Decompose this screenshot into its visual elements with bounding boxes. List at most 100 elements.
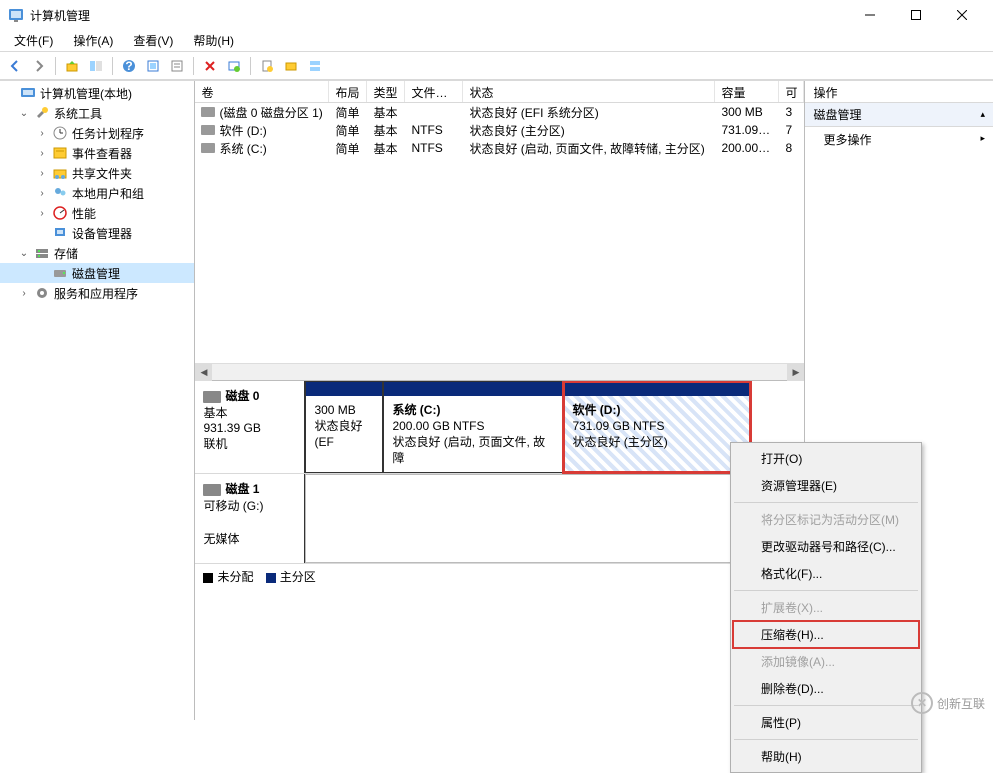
app-icon [8, 7, 24, 23]
back-button[interactable] [4, 55, 26, 77]
submenu-icon: ▸ [980, 133, 985, 144]
cm-separator [734, 739, 918, 740]
layout-button[interactable] [304, 55, 326, 77]
tree-services-apps[interactable]: ›服务和应用程序 [0, 283, 194, 303]
tree-label: 设备管理器 [72, 225, 132, 242]
menu-file[interactable]: 文件(F) [4, 30, 63, 51]
cm-format[interactable]: 格式化(F)... [733, 560, 919, 587]
volume-hscroll[interactable]: ◀▶ [195, 363, 804, 380]
titlebar: 计算机管理 [0, 0, 993, 30]
device-icon [52, 225, 68, 241]
col-status[interactable]: 状态 [463, 81, 715, 102]
tree-label: 磁盘管理 [72, 265, 120, 282]
actions-section[interactable]: 磁盘管理▴ [805, 103, 993, 127]
close-button[interactable] [939, 0, 985, 30]
users-icon [52, 185, 68, 201]
col-volume[interactable]: 卷 [195, 81, 329, 102]
clock-icon [52, 125, 68, 141]
partition-efi[interactable]: 300 MB状态良好 (EF [305, 381, 383, 473]
cm-separator [734, 705, 918, 706]
properties-button[interactable] [166, 55, 188, 77]
volume-row[interactable]: 软件 (D:)简单基本NTFS状态良好 (主分区)731.09 GB7 [195, 121, 804, 139]
cm-shrink[interactable]: 压缩卷(H)... [733, 621, 919, 648]
help-button[interactable]: ? [118, 55, 140, 77]
partition-d[interactable]: 软件 (D:)731.09 GB NTFS状态良好 (主分区) [563, 381, 751, 473]
delete-button[interactable] [199, 55, 221, 77]
tree-root[interactable]: 计算机管理(本地) [0, 83, 194, 103]
col-capacity[interactable]: 容量 [715, 81, 779, 102]
col-free[interactable]: 可 [779, 81, 804, 102]
svg-text:?: ? [125, 59, 132, 73]
disk-icon [203, 391, 221, 403]
cm-change-letter[interactable]: 更改驱动器号和路径(C)... [733, 533, 919, 560]
cm-extend: 扩展卷(X)... [733, 594, 919, 621]
cm-properties[interactable]: 属性(P) [733, 709, 919, 736]
refresh-button[interactable] [142, 55, 164, 77]
drive-icon [201, 107, 215, 117]
tree-device-manager[interactable]: 设备管理器 [0, 223, 194, 243]
volume-body[interactable]: (磁盘 0 磁盘分区 1)简单基本状态良好 (EFI 系统分区)300 MB3 … [195, 103, 804, 363]
disk-row-1: 磁盘 1 可移动 (G:) 无媒体 [195, 474, 804, 564]
tree-label: 计算机管理(本地) [40, 85, 132, 102]
performance-icon [52, 205, 68, 221]
tools-icon [34, 105, 50, 121]
tree-label: 事件查看器 [72, 145, 132, 162]
menu-view[interactable]: 查看(V) [123, 30, 183, 51]
volume-header-row: 卷 布局 类型 文件系统 状态 容量 可 [195, 81, 804, 103]
drive-icon [201, 125, 215, 135]
tree-label: 服务和应用程序 [54, 285, 138, 302]
watermark: ✕ 创新互联 [911, 692, 985, 714]
disk-icon [203, 484, 221, 496]
context-menu: 打开(O) 资源管理器(E) 将分区标记为活动分区(M) 更改驱动器号和路径(C… [730, 442, 922, 773]
cm-add-mirror: 添加镜像(A)... [733, 648, 919, 675]
col-type[interactable]: 类型 [367, 81, 405, 102]
legend: 未分配 主分区 [195, 564, 804, 589]
tree-label: 本地用户和组 [72, 185, 144, 202]
tree-system-tools[interactable]: ⌄ 系统工具 [0, 103, 194, 123]
cm-help[interactable]: 帮助(H) [733, 743, 919, 770]
scroll-left-icon[interactable]: ◀ [195, 364, 212, 381]
up-button[interactable] [61, 55, 83, 77]
settings-button[interactable] [223, 55, 245, 77]
col-layout[interactable]: 布局 [329, 81, 367, 102]
toolbar: ? [0, 52, 993, 80]
volume-row[interactable]: 系统 (C:)简单基本NTFS状态良好 (启动, 页面文件, 故障转储, 主分区… [195, 139, 804, 157]
tree-local-users[interactable]: ›本地用户和组 [0, 183, 194, 203]
cm-open[interactable]: 打开(O) [733, 445, 919, 472]
actions-more[interactable]: 更多操作▸ [805, 127, 993, 152]
new-button[interactable] [256, 55, 278, 77]
volume-row[interactable]: (磁盘 0 磁盘分区 1)简单基本状态良好 (EFI 系统分区)300 MB3 [195, 103, 804, 121]
tree-label: 共享文件夹 [72, 165, 132, 182]
disk1-info[interactable]: 磁盘 1 可移动 (G:) 无媒体 [195, 474, 305, 563]
minimize-button[interactable] [847, 0, 893, 30]
tree-pane[interactable]: 计算机管理(本地) ⌄ 系统工具 ›任务计划程序 ›事件查看器 ›共享文件夹 ›… [0, 81, 195, 720]
disk-layout: 磁盘 0 基本 931.39 GB 联机 300 MB状态良好 (EF 系统 (… [195, 381, 804, 720]
cm-mark-active: 将分区标记为活动分区(M) [733, 506, 919, 533]
menu-help[interactable]: 帮助(H) [183, 30, 244, 51]
watermark-logo-icon: ✕ [911, 692, 933, 714]
window-title: 计算机管理 [30, 7, 847, 24]
tree-disk-management[interactable]: 磁盘管理 [0, 263, 194, 283]
disk0-info[interactable]: 磁盘 0 基本 931.39 GB 联机 [195, 381, 305, 473]
col-fs[interactable]: 文件系统 [405, 81, 463, 102]
event-icon [52, 145, 68, 161]
tree-event-viewer[interactable]: ›事件查看器 [0, 143, 194, 163]
maximize-button[interactable] [893, 0, 939, 30]
partition-c[interactable]: 系统 (C:)200.00 GB NTFS状态良好 (启动, 页面文件, 故障 [383, 381, 563, 473]
tree-storage[interactable]: ⌄存储 [0, 243, 194, 263]
tree-label: 存储 [54, 245, 78, 262]
forward-button[interactable] [28, 55, 50, 77]
cm-delete-vol[interactable]: 删除卷(D)... [733, 675, 919, 702]
show-hide-tree-button[interactable] [85, 55, 107, 77]
tree-performance[interactable]: ›性能 [0, 203, 194, 223]
menubar: 文件(F) 操作(A) 查看(V) 帮助(H) [0, 30, 993, 52]
disk-icon [52, 265, 68, 281]
action-button[interactable] [280, 55, 302, 77]
scroll-right-icon[interactable]: ▶ [787, 364, 804, 381]
legend-unallocated-swatch [203, 573, 213, 583]
menu-action[interactable]: 操作(A) [63, 30, 123, 51]
cm-explorer[interactable]: 资源管理器(E) [733, 472, 919, 499]
tree-task-scheduler[interactable]: ›任务计划程序 [0, 123, 194, 143]
tree-label: 系统工具 [54, 105, 102, 122]
tree-shared-folders[interactable]: ›共享文件夹 [0, 163, 194, 183]
